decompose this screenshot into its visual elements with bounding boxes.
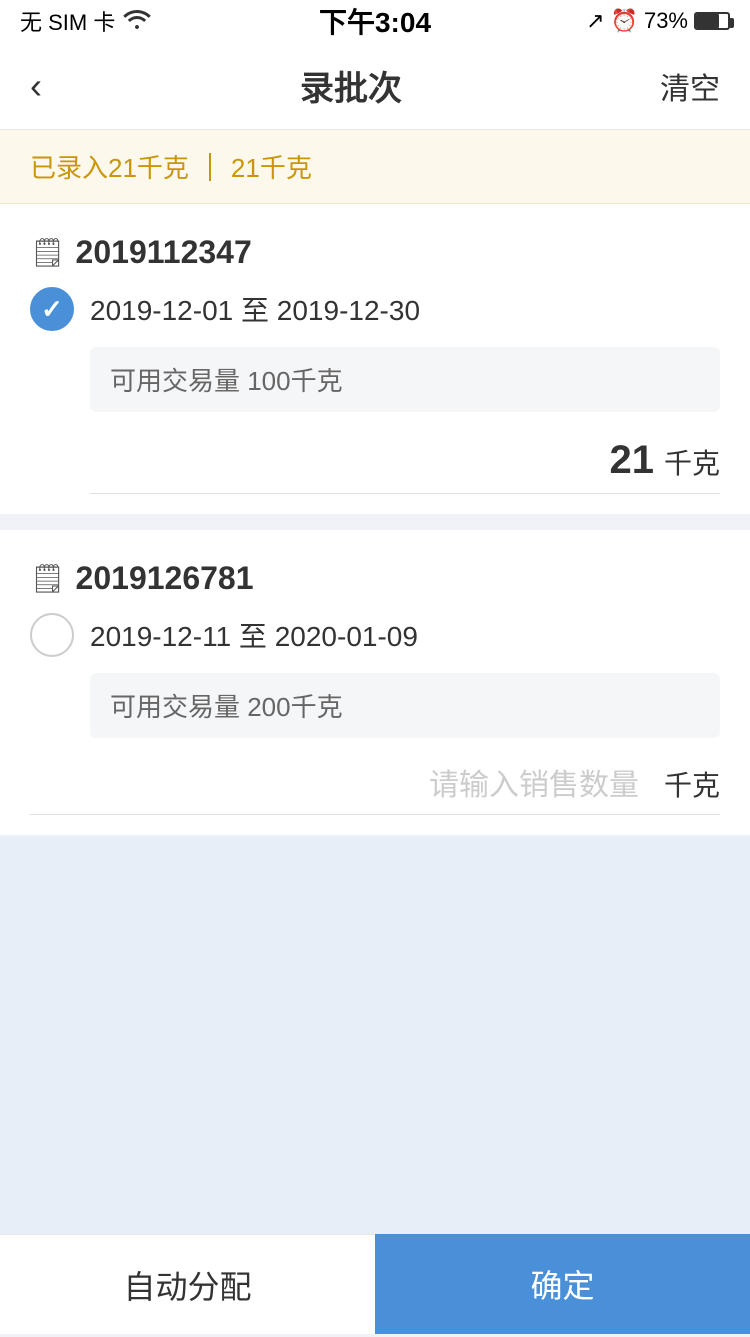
batch2-date: 2019-12-11 至 2020-01-09 — [90, 615, 418, 655]
info-divider — [209, 153, 211, 181]
page-title: 录批次 — [300, 61, 402, 110]
status-bar: 无 SIM 卡 下午3:04 ↗ ⏰ 73% — [0, 0, 750, 42]
confirm-button[interactable]: 确定 — [375, 1234, 750, 1334]
carrier-label: 无 SIM 卡 — [20, 5, 115, 37]
batch2-date-row: 2019-12-11 至 2020-01-09 — [30, 613, 720, 657]
batch2-avail-text: 可用交易量 200千克 — [110, 692, 343, 722]
batch1-amount-unit: 千克 — [664, 442, 720, 482]
battery-icon — [694, 12, 730, 30]
batch2-input-row: 千克 — [30, 748, 720, 814]
batch2-checkbox[interactable] — [30, 613, 74, 657]
info-recorded: 已录入21千克 — [30, 148, 189, 185]
wifi-icon — [123, 7, 151, 35]
batch2-quantity-input[interactable] — [268, 769, 654, 803]
batch1-id: 2019112347 — [76, 234, 252, 271]
batch2-header: 🗒 2019126781 — [30, 560, 720, 597]
batch1-date: 2019-12-01 至 2019-12-30 — [90, 289, 420, 329]
info-banner: 已录入21千克 21千克 — [0, 130, 750, 204]
status-right: ↗ ⏰ 73% — [586, 8, 730, 34]
blue-area — [0, 837, 750, 1237]
batch1-date-row: 2019-12-01 至 2019-12-30 — [30, 287, 720, 331]
batch1-amount-value: 21 — [609, 438, 654, 483]
batch1-header: 🗒 2019112347 — [30, 234, 720, 271]
clear-button[interactable]: 清空 — [660, 64, 720, 108]
batch1-checkbox[interactable] — [30, 287, 74, 331]
batch1-avail-text: 可用交易量 100千克 — [110, 366, 343, 396]
location-icon: ↗ — [586, 8, 604, 34]
auto-distribute-button[interactable]: 自动分配 — [0, 1234, 375, 1334]
alarm-icon: ⏰ — [611, 8, 638, 34]
batch1-divider — [90, 493, 720, 494]
status-left: 无 SIM 卡 — [20, 5, 151, 37]
batch1-avail-box: 可用交易量 100千克 — [90, 347, 720, 412]
batch2-avail-box: 可用交易量 200千克 — [90, 673, 720, 738]
back-button[interactable]: ‹ — [30, 68, 42, 104]
status-time: 下午3:04 — [319, 1, 431, 41]
batch2-unit: 千克 — [664, 764, 720, 804]
batch2-card: 🗒 2019126781 2019-12-11 至 2020-01-09 可用交… — [0, 530, 750, 835]
batch2-icon: 🗒 — [30, 562, 66, 595]
battery-percent: 73% — [644, 8, 688, 34]
nav-bar: ‹ 录批次 清空 — [0, 42, 750, 130]
batch1-card: 🗒 2019112347 2019-12-01 至 2019-12-30 可用交… — [0, 204, 750, 514]
batch1-icon: 🗒 — [30, 236, 66, 269]
bottom-bar: 自动分配 确定 — [0, 1234, 750, 1334]
batch2-input-divider — [30, 814, 720, 815]
batch1-amount-row: 21 千克 — [30, 422, 720, 493]
info-value: 21千克 — [231, 148, 312, 185]
batch2-id: 2019126781 — [76, 560, 254, 597]
